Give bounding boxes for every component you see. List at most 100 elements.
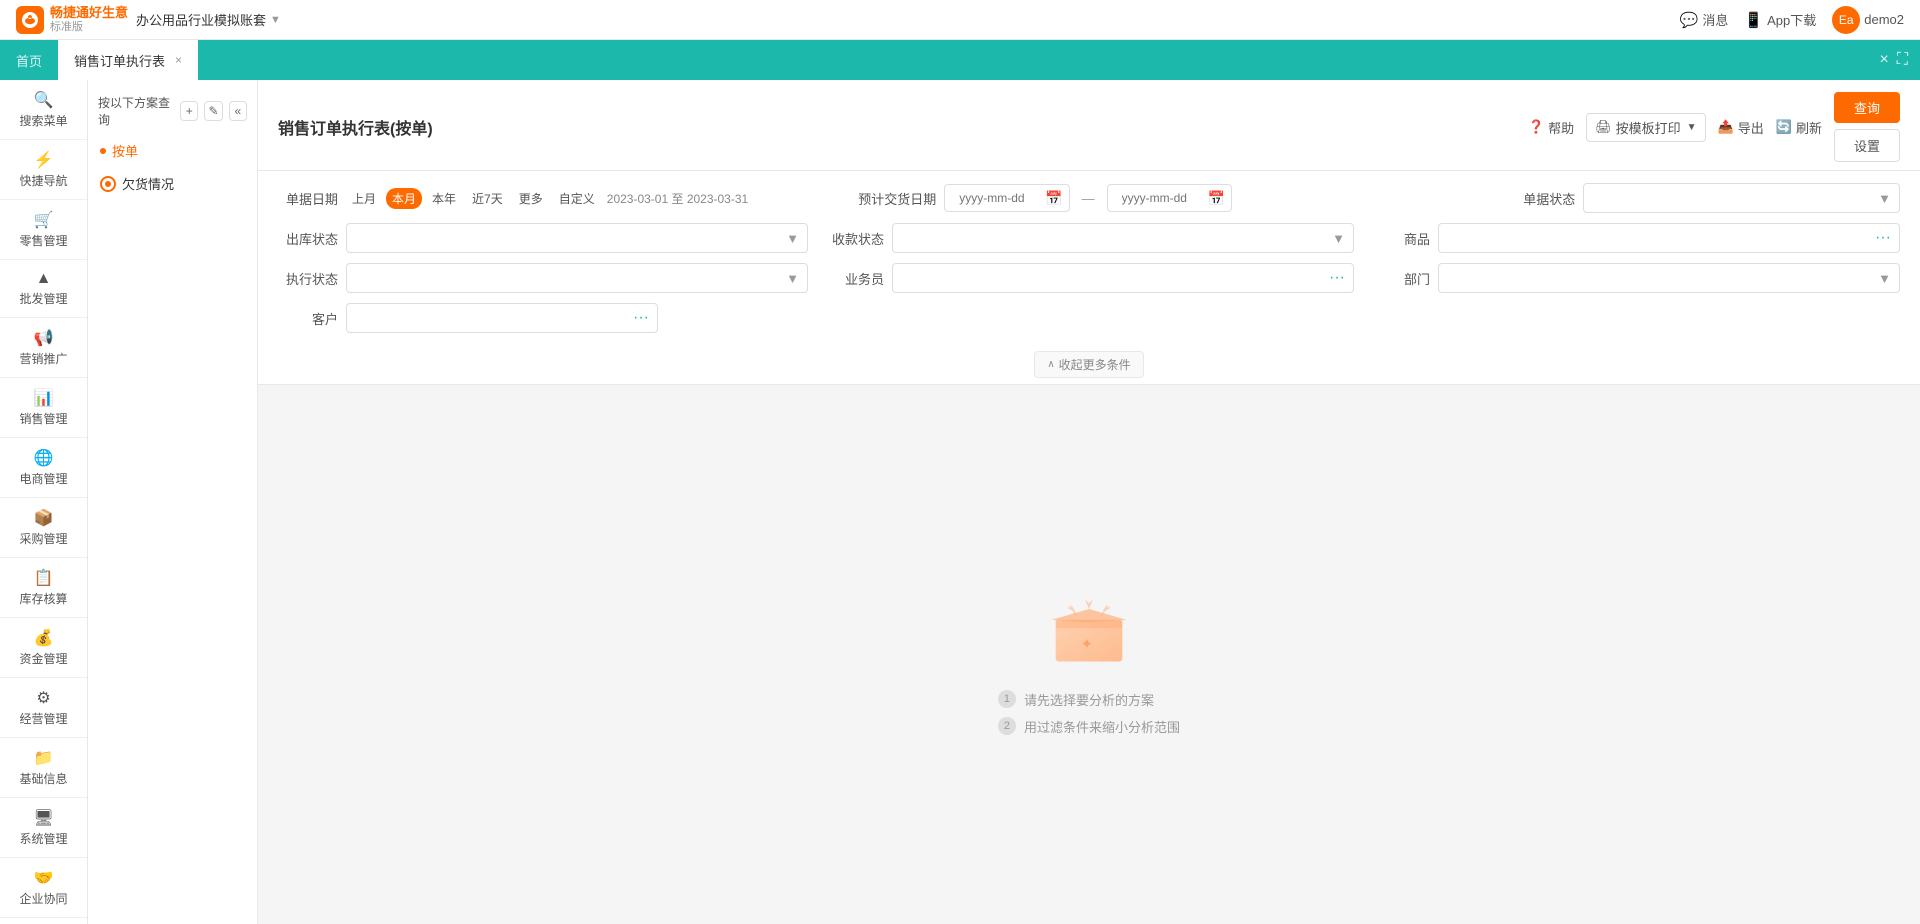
empty-state-icon: ✦ xyxy=(1039,574,1139,674)
tab-right-actions: × ⛶ xyxy=(1867,51,1920,69)
order-status-field: 单据状态 ▼ xyxy=(1515,183,1900,213)
sidebar-item-quick-nav[interactable]: ⚡ 快捷导航 xyxy=(0,140,87,200)
customer-field: 客户 ··· xyxy=(278,303,658,333)
delivery-date-to-input[interactable] xyxy=(1114,184,1204,212)
sidebar-item-retail[interactable]: 🛒 零售管理 xyxy=(0,200,87,260)
export-button[interactable]: 📤 导出 xyxy=(1718,118,1764,137)
right-main: 销售订单执行表(按单) ❓ 帮助 🖨 按模板打印 ▼ 📤 导出 xyxy=(258,80,1920,924)
sidebar-item-inventory[interactable]: 📋 库存核算 xyxy=(0,558,87,618)
delivery-date-from-input[interactable] xyxy=(951,184,1041,212)
sidebar-item-search-menu[interactable]: 🔍 搜索菜单 xyxy=(0,80,87,140)
sidebar-item-ecommerce[interactable]: 🌐 电商管理 xyxy=(0,438,87,498)
sidebar-item-marketing[interactable]: 📢 营销推广 xyxy=(0,318,87,378)
export-label: 导出 xyxy=(1738,118,1764,137)
print-label: 按模板打印 xyxy=(1616,118,1681,137)
header-right: 💬 消息 📱 App下载 Ea demo2 xyxy=(1680,6,1904,34)
window-maximize-icon[interactable]: ⛶ xyxy=(1897,51,1908,69)
date-tab-this-year[interactable]: 本年 xyxy=(426,188,462,209)
sidebar-item-wholesale[interactable]: ▲ 批发管理 xyxy=(0,260,87,318)
user-profile[interactable]: Ea demo2 xyxy=(1832,6,1904,34)
salesperson-field: 业务员 ··· xyxy=(824,263,1354,293)
inventory-icon: 📋 xyxy=(4,568,83,588)
sidebar-item-purchase[interactable]: 📦 采购管理 xyxy=(0,498,87,558)
empty-tips: 1 请先选择要分析的方案 2 用过滤条件来缩小分析范围 xyxy=(998,690,1180,736)
tab-sales-execution[interactable]: 销售订单执行表 × xyxy=(58,40,198,80)
goods-dots-icon[interactable]: ··· xyxy=(1875,229,1891,247)
edit-icon: ✎ xyxy=(209,104,219,118)
customer-select[interactable]: ··· xyxy=(346,303,658,333)
sidebar-item-sales[interactable]: 📊 销售管理 xyxy=(0,378,87,438)
edit-scheme-button[interactable]: ✎ xyxy=(204,101,222,121)
collapse-filter-button[interactable]: ∧ 收起更多条件 xyxy=(1034,351,1143,378)
app-download-button[interactable]: 📱 App下载 xyxy=(1744,10,1816,29)
logo-area: 畅捷通好生意 标准版 xyxy=(16,5,128,34)
avatar: Ea xyxy=(1832,6,1860,34)
breadcrumb-arrow-icon: ▼ xyxy=(270,14,281,26)
app-logo-icon xyxy=(16,6,44,34)
system-icon: 🖥 xyxy=(4,808,83,828)
user-name: demo2 xyxy=(1864,12,1904,27)
app-download-label: App下载 xyxy=(1767,10,1816,29)
breadcrumb[interactable]: 办公用品行业模拟账套 ▼ xyxy=(136,10,281,29)
scheme-item-by-order[interactable]: 按单 xyxy=(88,134,257,167)
calendar-to-icon[interactable]: 📅 xyxy=(1208,190,1225,207)
filter-section: 单据日期 上月 本月 本年 近7天 更多 自定义 20 xyxy=(258,171,1920,345)
message-label: 消息 xyxy=(1702,10,1728,29)
date-tab-more[interactable]: 更多 xyxy=(513,188,549,209)
tab-close-icon[interactable]: × xyxy=(175,53,182,67)
date-filter-field: 单据日期 上月 本月 本年 近7天 更多 自定义 20 xyxy=(278,188,842,209)
scheme-item-by-debt[interactable]: 欠货情况 xyxy=(88,167,257,200)
message-button[interactable]: 💬 消息 xyxy=(1680,10,1729,29)
sidebar-item-label: 基础信息 xyxy=(4,770,83,787)
payment-status-select[interactable]: ▼ xyxy=(892,223,1354,253)
sidebar-item-label: 系统管理 xyxy=(4,830,83,847)
sidebar-item-system[interactable]: 🖥 系统管理 xyxy=(0,798,87,858)
date-tab-prev-month[interactable]: 上月 xyxy=(346,188,382,209)
goods-select[interactable]: ··· xyxy=(1438,223,1900,253)
date-tab-this-month[interactable]: 本月 xyxy=(386,188,422,209)
help-button[interactable]: ❓ 帮助 xyxy=(1528,118,1574,137)
circle-icon xyxy=(100,176,116,192)
header-left: 畅捷通好生意 标准版 办公用品行业模拟账套 ▼ xyxy=(16,5,281,34)
exec-status-select[interactable]: ▼ xyxy=(346,263,808,293)
active-dot-icon xyxy=(100,148,106,154)
sidebar: 🔍 搜索菜单 ⚡ 快捷导航 🛒 零售管理 ▲ 批发管理 📢 营销推广 📊 销售管… xyxy=(0,80,88,924)
page-title: 销售订单执行表(按单) xyxy=(278,115,433,139)
delivery-status-select[interactable]: ▼ xyxy=(346,223,808,253)
date-tab-7days[interactable]: 近7天 xyxy=(466,188,509,209)
sidebar-item-enterprise[interactable]: 🤝 企业协同 xyxy=(0,858,87,918)
tab-home[interactable]: 首页 xyxy=(0,40,58,80)
department-label: 部门 xyxy=(1370,269,1430,288)
date-tabs: 上月 本月 本年 近7天 更多 自定义 xyxy=(346,188,601,209)
left-panel: 按以下方案查询 + ✎ « 按单 欠货情况 xyxy=(88,80,258,924)
calendar-from-icon[interactable]: 📅 xyxy=(1045,190,1062,207)
customer-dots-icon[interactable]: ··· xyxy=(633,309,649,327)
sidebar-item-label: 库存核算 xyxy=(4,590,83,607)
salesperson-select[interactable]: ··· xyxy=(892,263,1354,293)
order-status-label: 单据状态 xyxy=(1515,189,1575,208)
nav-icon: ⚡ xyxy=(4,150,83,170)
refresh-button[interactable]: 🔄 刷新 xyxy=(1776,118,1822,137)
collapse-panel-button[interactable]: « xyxy=(229,101,247,121)
window-close-icon[interactable]: × xyxy=(1879,51,1888,69)
salesperson-dots-icon[interactable]: ··· xyxy=(1329,269,1345,287)
sidebar-item-label: 营销推广 xyxy=(4,350,83,367)
sidebar-item-basic[interactable]: 📁 基础信息 xyxy=(0,738,87,798)
settings-button[interactable]: 设置 xyxy=(1834,129,1900,162)
tip-1-text: 请先选择要分析的方案 xyxy=(1024,690,1154,709)
query-button[interactable]: 查询 xyxy=(1834,92,1900,123)
order-status-select[interactable]: ▼ xyxy=(1583,183,1900,213)
print-button[interactable]: 🖨 按模板打印 ▼ xyxy=(1586,113,1705,142)
add-scheme-button[interactable]: + xyxy=(180,101,198,121)
date-range-text: 2023-03-01 至 2023-03-31 xyxy=(607,190,748,207)
sidebar-item-operations[interactable]: ⚙ 经营管理 xyxy=(0,678,87,738)
date-tab-custom[interactable]: 自定义 xyxy=(553,188,601,209)
sidebar-item-finance[interactable]: 💰 资金管理 xyxy=(0,618,87,678)
content-area: 按以下方案查询 + ✎ « 按单 欠货情况 xyxy=(88,80,1920,924)
home-tab-label: 首页 xyxy=(16,51,42,70)
sidebar-item-newbie[interactable]: 🌟 新手引导 xyxy=(0,918,87,924)
search-icon: 🔍 xyxy=(4,90,83,110)
sidebar-item-label: 批发管理 xyxy=(4,290,83,307)
department-select[interactable]: ▼ xyxy=(1438,263,1900,293)
department-field: 部门 ▼ xyxy=(1370,263,1900,293)
